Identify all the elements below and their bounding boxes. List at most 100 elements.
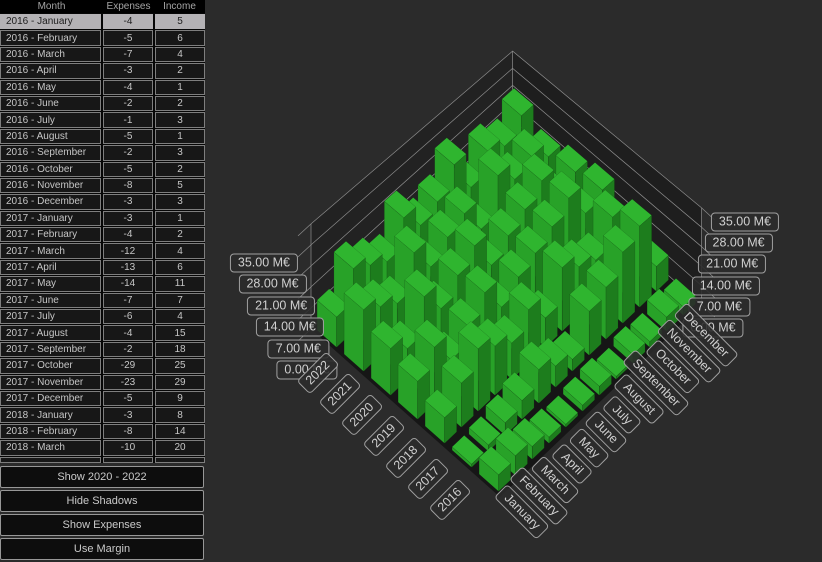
value-axis-label-left: 21.00 M€ [247, 296, 316, 316]
cell-income: 9 [155, 390, 205, 407]
cell-month: 2016 - July [0, 112, 101, 128]
cell-expenses: -8 [103, 423, 153, 440]
cell-month: 2016 - August [0, 128, 101, 145]
table-row[interactable]: 2018 - January -3 8 [0, 407, 205, 423]
cell-expenses: -2 [103, 341, 153, 358]
value-axis-label-left: 35.00 M€ [229, 253, 298, 273]
cell-income: 8 [155, 407, 205, 423]
cell-expenses: -5 [103, 161, 153, 177]
cell-income: 4 [155, 309, 205, 325]
cell-expenses: -29 [103, 358, 153, 374]
bar-face [639, 214, 652, 308]
cell-expenses: -23 [103, 374, 153, 390]
cell-income: 3 [155, 145, 205, 161]
table-row[interactable]: 2017 - July -6 4 [0, 309, 205, 325]
cell-expenses: -5 [103, 390, 153, 407]
cell-expenses: -3 [103, 210, 153, 227]
table-row[interactable]: 2016 - February -5 6 [0, 30, 205, 46]
table-row[interactable]: 2017 - April -13 6 [0, 259, 205, 276]
table-row[interactable]: 2017 - June -7 7 [0, 292, 205, 309]
value-axis-label-left: 7.00 M€ [267, 339, 329, 359]
cell-income: 4 [155, 46, 205, 63]
table-row[interactable]: 2016 - March -7 4 [0, 46, 205, 63]
show-expenses-button[interactable]: Show Expenses [0, 513, 204, 536]
cell-income: 5 [155, 14, 205, 30]
cell-month: 2017 - August [0, 325, 101, 341]
cell-income: 5 [155, 177, 205, 194]
cell-month: 2017 - July [0, 309, 101, 325]
cell-month: 2017 - November [0, 374, 101, 390]
value-axis-label-right: 28.00 M€ [704, 233, 773, 253]
cell-expenses: -10 [103, 440, 153, 456]
cell-income: 2 [155, 95, 205, 112]
table-row[interactable]: 2018 - February -8 14 [0, 423, 205, 440]
cell-month: 2017 - May [0, 276, 101, 292]
cell-expenses: -4 [103, 14, 153, 30]
hide-shadows-button[interactable]: Hide Shadows [0, 489, 204, 512]
table-row[interactable]: 2017 - September -2 18 [0, 341, 205, 358]
table-row[interactable]: 2017 - October -29 25 [0, 358, 205, 374]
cell-income: 20 [155, 440, 205, 456]
table-row[interactable]: 2016 - August -5 1 [0, 128, 205, 145]
cell-income: 14 [155, 423, 205, 440]
cell-income: 1 [155, 79, 205, 95]
column-header-income: Income [163, 1, 196, 12]
table-row[interactable]: 2016 - December -3 3 [0, 194, 205, 210]
value-axis-label-right: 35.00 M€ [710, 212, 780, 232]
table-row[interactable]: 2016 - September -2 3 [0, 145, 205, 161]
cell-expenses: -2 [103, 145, 153, 161]
cell-income: 4 [155, 243, 205, 259]
table-row[interactable]: 2016 - July -1 3 [0, 112, 205, 128]
cell-expenses: -8 [103, 177, 153, 194]
value-axis-label-right: 14.00 M€ [691, 276, 760, 296]
cell-expenses: -3 [103, 194, 153, 210]
bar-face [622, 240, 636, 324]
table-row[interactable]: 2016 - April -3 2 [0, 63, 205, 79]
grid-line [297, 244, 312, 258]
bar-face [478, 337, 491, 412]
value-axis-label-left: 14.00 M€ [255, 317, 324, 337]
cell-month: 2016 - March [0, 46, 101, 63]
table-row[interactable]: 2016 - May -4 1 [0, 79, 205, 95]
table-row[interactable]: 2016 - November -8 5 [0, 177, 205, 194]
cell-expenses: -2 [103, 95, 153, 112]
cell-month: 2016 - October [0, 161, 101, 177]
cell-income: 11 [155, 276, 205, 292]
value-axis-label-right: 21.00 M€ [698, 254, 767, 274]
cell-month: 2017 - October [0, 358, 101, 374]
table-row[interactable]: 2017 - January -3 1 [0, 210, 205, 227]
cell-expenses: -3 [103, 407, 153, 423]
table-row[interactable]: 2016 - June -2 2 [0, 95, 205, 112]
table-row[interactable]: 2017 - December -5 9 [0, 390, 205, 407]
table-row[interactable]: 2017 - August -4 15 [0, 325, 205, 341]
use-margin-button[interactable]: Use Margin [0, 537, 204, 560]
table-row[interactable]: 2016 - October -5 2 [0, 161, 205, 177]
cell-month: 2017 - April [0, 259, 101, 276]
cell-income: 29 [155, 374, 205, 390]
cell-empty [155, 456, 205, 463]
cell-expenses: -7 [103, 292, 153, 309]
cell-month: 2016 - February [0, 30, 101, 46]
table-row[interactable]: 2016 - January -4 5 [0, 14, 205, 30]
cell-expenses: -7 [103, 46, 153, 63]
table-row[interactable]: 2017 - November -23 29 [0, 374, 205, 390]
show-years-button[interactable]: Show 2020 - 2022 [0, 465, 204, 488]
cell-month: 2016 - December [0, 194, 101, 210]
table-row[interactable]: 2017 - March -12 4 [0, 243, 205, 259]
table-row[interactable]: 2018 - March -10 20 [0, 440, 205, 456]
cell-month: 2016 - June [0, 95, 101, 112]
table-header: Month Expenses Income [0, 0, 205, 13]
cell-empty [0, 456, 101, 463]
cell-month: 2017 - January [0, 210, 101, 227]
table-row[interactable]: 2017 - May -14 11 [0, 276, 205, 292]
cell-income: 1 [155, 210, 205, 227]
cell-income: 25 [155, 358, 205, 374]
cell-expenses: -6 [103, 309, 153, 325]
cell-month: 2016 - April [0, 63, 101, 79]
table-body: 2016 - January -4 5 2016 - February -5 6 2016 … [0, 13, 205, 463]
grid-line [297, 223, 312, 237]
table-row[interactable]: 2017 - February -4 2 [0, 227, 205, 243]
cell-income: 2 [155, 63, 205, 79]
cell-month: 2017 - March [0, 243, 101, 259]
cell-income: 6 [155, 30, 205, 46]
